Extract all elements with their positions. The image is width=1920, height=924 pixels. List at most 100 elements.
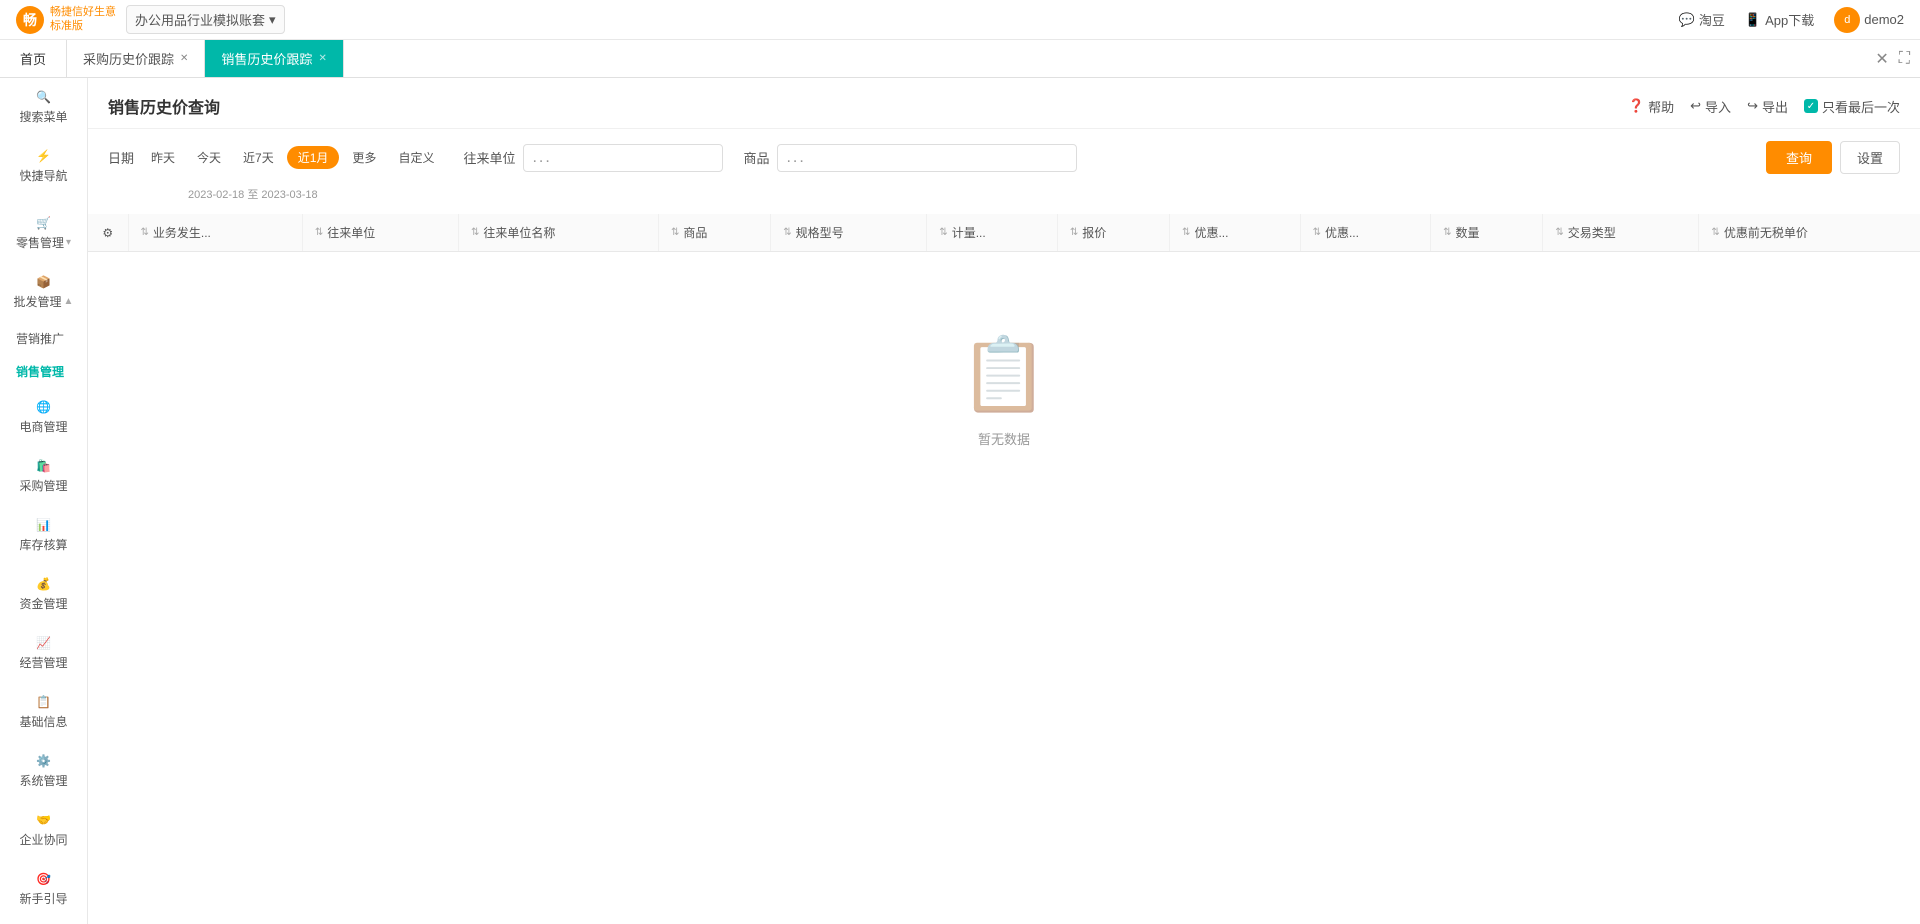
tab-purchase-history[interactable]: 采购历史价跟踪 ✕ bbox=[67, 40, 205, 77]
fullscreen-btn[interactable]: ⛶ bbox=[1899, 50, 1910, 68]
page-header-actions: ❓ 帮助 ↩ 导入 ↪ 导出 ✓ 只看最后一次 bbox=[1628, 97, 1900, 116]
content-area: 销售历史价查询 ❓ 帮助 ↩ 导入 ↪ 导出 ✓ bbox=[88, 78, 1920, 924]
sort-icon-quantity: ⇅ bbox=[1443, 227, 1451, 238]
sidebar-item-app-center[interactable]: 📱 应用中心 bbox=[0, 919, 87, 924]
logo-area: 畅 畅捷信好生意 标准版 bbox=[16, 6, 116, 34]
tab-sales-label: 销售历史价跟踪 bbox=[221, 49, 312, 68]
sidebar-item-search-menu[interactable]: 🔍 搜索菜单 bbox=[0, 78, 87, 137]
tab-sales-close-icon[interactable]: ✕ bbox=[318, 53, 326, 64]
date-buttons: 昨天 今天 近7天 近1月 更多 自定义 bbox=[142, 146, 443, 169]
sort-icon-unit: ⇅ bbox=[939, 227, 947, 238]
dropdown-arrow-icon: ▾ bbox=[269, 12, 276, 28]
logo-icon: 畅 bbox=[16, 6, 44, 34]
page-header: 销售历史价查询 ❓ 帮助 ↩ 导入 ↪ 导出 ✓ bbox=[88, 78, 1920, 129]
col-partner-code[interactable]: ⇅往来单位 bbox=[302, 214, 458, 252]
tab-home[interactable]: 首页 bbox=[0, 40, 67, 77]
export-btn[interactable]: ↪ 导出 bbox=[1747, 97, 1788, 116]
sidebar-item-finance[interactable]: 💰 资金管理 bbox=[0, 565, 87, 624]
enterprise-coop-icon: 🤝 bbox=[36, 813, 51, 827]
sidebar-label-quick-nav: 快捷导航 bbox=[19, 167, 67, 184]
date-btn-last7[interactable]: 近7天 bbox=[234, 146, 283, 169]
tab-home-label: 首页 bbox=[20, 49, 46, 68]
sort-icon-partner-name: ⇅ bbox=[471, 227, 479, 238]
retail-icon: 🛒 bbox=[36, 216, 51, 230]
sidebar-item-inventory[interactable]: 📊 库存核算 bbox=[0, 506, 87, 565]
import-btn[interactable]: ↩ 导入 bbox=[1690, 97, 1731, 116]
filter-row2: 2023-02-18 至 2023-03-18 bbox=[88, 186, 1920, 214]
col-trade-type[interactable]: ⇅交易类型 bbox=[1543, 214, 1699, 252]
sidebar-item-enterprise-coop[interactable]: 🤝 企业协同 bbox=[0, 801, 87, 860]
product-input[interactable]: ... bbox=[777, 144, 1077, 172]
sidebar: 🔍 搜索菜单 ⚡ 快捷导航 🛒 零售管理 ▾ 📦 批发管理 ▲ 营销推广 销售管 bbox=[0, 78, 88, 924]
inventory-icon: 📊 bbox=[36, 518, 51, 532]
col-pre-tax-price[interactable]: ⇅优惠前无税单价 bbox=[1699, 214, 1920, 252]
col-product[interactable]: ⇅商品 bbox=[658, 214, 770, 252]
sidebar-sub-marketing[interactable]: 营销推广 bbox=[0, 322, 87, 355]
date-range-display: 2023-02-18 至 2023-03-18 bbox=[188, 186, 318, 202]
sort-icon-discount1: ⇅ bbox=[1182, 227, 1190, 238]
only-last-once-checkbox-area[interactable]: ✓ 只看最后一次 bbox=[1804, 97, 1900, 116]
sidebar-item-ecommerce[interactable]: 🌐 电商管理 bbox=[0, 388, 87, 447]
sidebar-item-retail[interactable]: 🛒 零售管理 ▾ bbox=[0, 204, 87, 263]
app-download-btn[interactable]: 📱 App下载 bbox=[1745, 10, 1814, 29]
sidebar-label-retail: 零售管理 bbox=[16, 234, 64, 251]
date-btn-today[interactable]: 今天 bbox=[188, 146, 230, 169]
close-all-tabs-btn[interactable]: ✕ bbox=[1875, 49, 1888, 69]
sidebar-item-basic-info[interactable]: 📋 基础信息 bbox=[0, 683, 87, 742]
col-discount1[interactable]: ⇅优惠... bbox=[1170, 214, 1301, 252]
product-filter-label: 商品 bbox=[743, 148, 769, 167]
date-btn-yesterday[interactable]: 昨天 bbox=[142, 146, 184, 169]
sidebar-item-operations[interactable]: 📈 经营管理 bbox=[0, 624, 87, 683]
export-icon: ↪ bbox=[1747, 98, 1758, 114]
date-btn-last1month[interactable]: 近1月 bbox=[287, 146, 340, 169]
col-quantity[interactable]: ⇅数量 bbox=[1431, 214, 1543, 252]
sidebar-item-system[interactable]: ⚙️ 系统管理 bbox=[0, 742, 87, 801]
sidebar-label-purchase: 采购管理 bbox=[19, 477, 67, 494]
help-message-btn[interactable]: 💬 淘豆 bbox=[1679, 10, 1725, 29]
col-spec[interactable]: ⇅规格型号 bbox=[771, 214, 927, 252]
partner-input[interactable]: ... bbox=[523, 144, 723, 172]
quick-nav-icon: ⚡ bbox=[36, 149, 51, 163]
table-settings-icon[interactable]: ⚙ bbox=[102, 226, 113, 240]
col-partner-name[interactable]: ⇅往来单位名称 bbox=[458, 214, 658, 252]
user-menu[interactable]: d demo2 bbox=[1834, 7, 1904, 33]
col-biz-date[interactable]: ⇅业务发生... bbox=[128, 214, 302, 252]
partner-filter-label: 往来单位 bbox=[463, 148, 515, 167]
sidebar-item-new-guide[interactable]: 🎯 新手引导 bbox=[0, 860, 87, 919]
partner-filter-group: 往来单位 ... bbox=[463, 144, 723, 172]
sidebar-sub-sales[interactable]: 销售管理 bbox=[0, 355, 87, 388]
system-icon: ⚙️ bbox=[36, 754, 51, 768]
col-unit[interactable]: ⇅计量... bbox=[927, 214, 1058, 252]
sidebar-label-marketing: 营销推广 bbox=[16, 332, 64, 346]
purchase-icon: 🛍️ bbox=[36, 459, 51, 473]
help-btn[interactable]: ❓ 帮助 bbox=[1628, 97, 1674, 116]
app-name-label: 办公用品行业模拟账套 bbox=[135, 10, 265, 29]
tab-sales-history[interactable]: 销售历史价跟踪 ✕ bbox=[205, 40, 343, 77]
col-discount2[interactable]: ⇅优惠... bbox=[1300, 214, 1431, 252]
sort-icon-pre-tax: ⇅ bbox=[1711, 227, 1719, 238]
sidebar-label-sales: 销售管理 bbox=[16, 365, 64, 379]
date-btn-more[interactable]: 更多 bbox=[343, 146, 385, 169]
app-selector[interactable]: 办公用品行业模拟账套 ▾ bbox=[126, 5, 285, 34]
sidebar-item-purchase[interactable]: 🛍️ 采购管理 bbox=[0, 447, 87, 506]
settings-button[interactable]: 设置 bbox=[1840, 141, 1900, 174]
sidebar-label-basic-info: 基础信息 bbox=[19, 713, 67, 730]
tab-purchase-close-icon[interactable]: ✕ bbox=[180, 53, 188, 64]
sidebar-label-finance: 资金管理 bbox=[19, 595, 67, 612]
sidebar-label-system: 系统管理 bbox=[19, 772, 67, 789]
date-btn-custom[interactable]: 自定义 bbox=[389, 146, 443, 169]
table-area: ⚙ ⇅业务发生... ⇅往来单位 ⇅往来单位名称 bbox=[88, 214, 1920, 924]
tabbar-actions: ✕ ⛶ bbox=[1865, 40, 1920, 77]
retail-expand-icon: ▾ bbox=[66, 237, 71, 248]
sidebar-label-enterprise-coop: 企业协同 bbox=[19, 831, 67, 848]
query-button[interactable]: 查询 bbox=[1766, 141, 1832, 174]
logo-text: 畅捷信好生意 标准版 bbox=[50, 6, 116, 32]
tabbar: 首页 采购历史价跟踪 ✕ 销售历史价跟踪 ✕ ✕ ⛶ bbox=[0, 40, 1920, 78]
main-layout: 🔍 搜索菜单 ⚡ 快捷导航 🛒 零售管理 ▾ 📦 批发管理 ▲ 营销推广 销售管 bbox=[0, 78, 1920, 924]
main-table: ⚙ ⇅业务发生... ⇅往来单位 ⇅往来单位名称 bbox=[88, 214, 1920, 252]
only-last-once-checkbox[interactable]: ✓ bbox=[1804, 99, 1818, 113]
sidebar-item-wholesale[interactable]: 📦 批发管理 ▲ bbox=[0, 263, 87, 322]
message-icon: 💬 bbox=[1679, 12, 1695, 28]
col-quote[interactable]: ⇅报价 bbox=[1057, 214, 1169, 252]
sidebar-item-quick-nav[interactable]: ⚡ 快捷导航 bbox=[0, 137, 87, 196]
